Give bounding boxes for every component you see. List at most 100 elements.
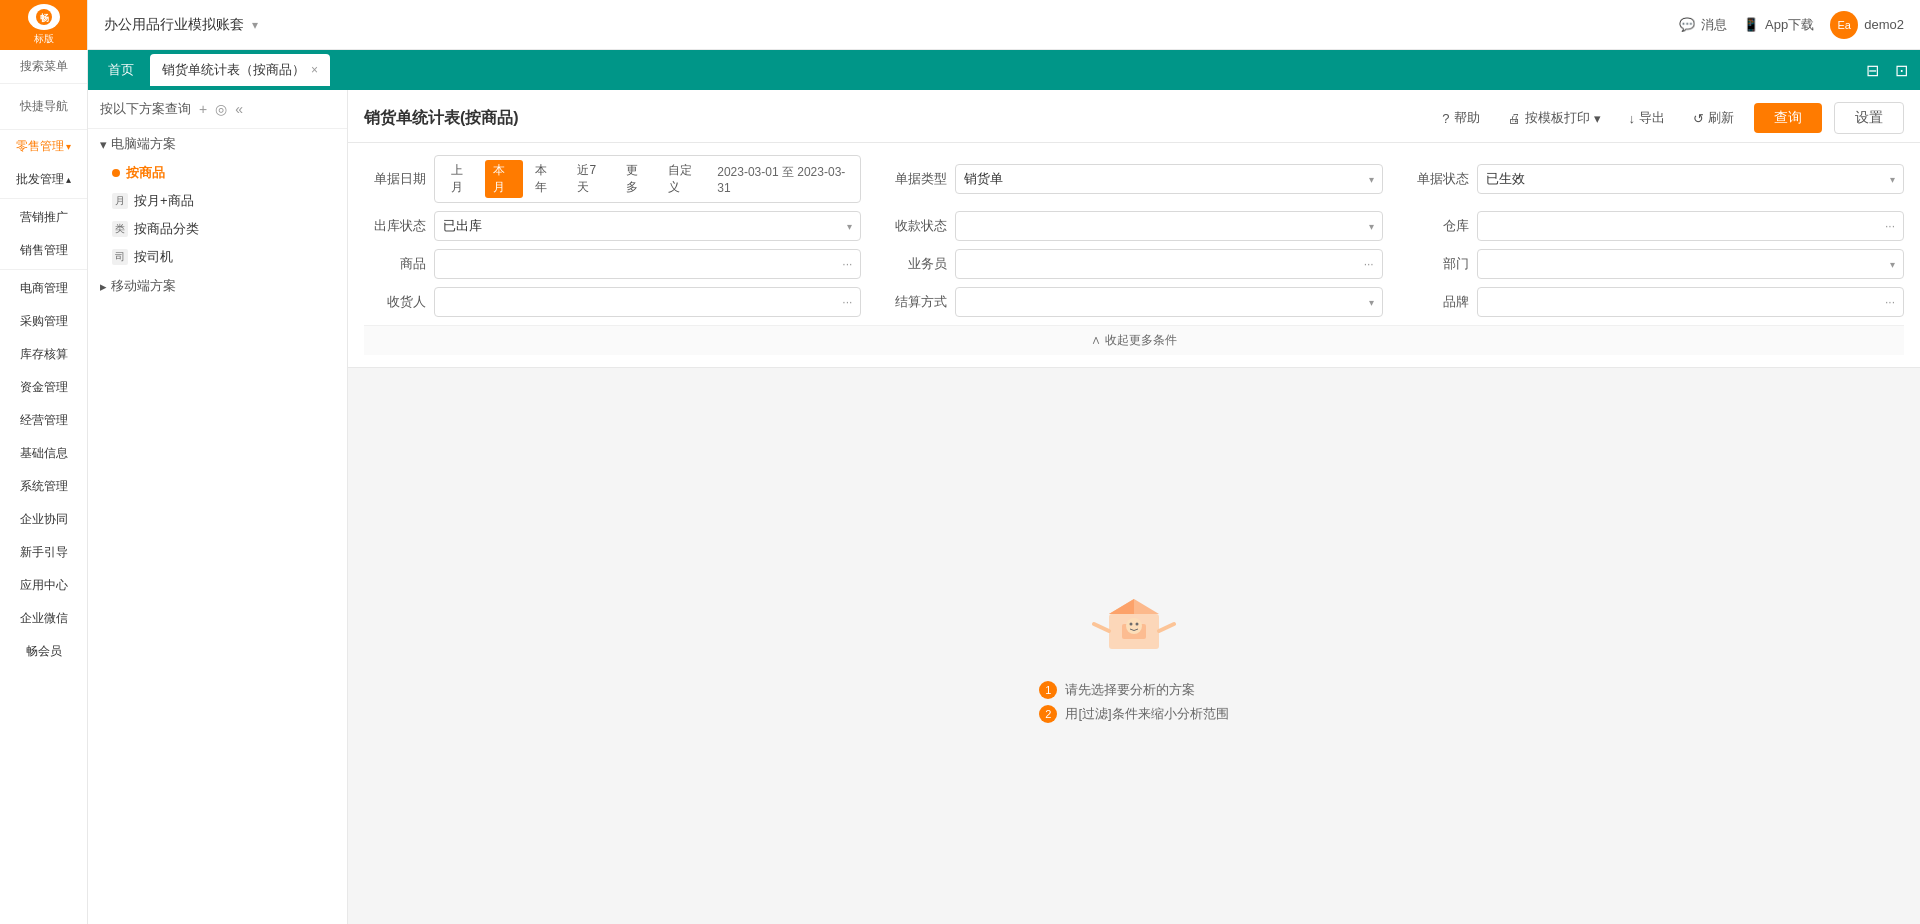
filter-doc-type-control[interactable]: 销货单 ▾	[955, 164, 1382, 194]
query-btn[interactable]: 查询	[1754, 103, 1822, 133]
filter-date-label: 单据日期	[364, 170, 434, 188]
mobile-scheme-section: ▸ 移动端方案	[88, 271, 347, 301]
filter-pay-status-control[interactable]: ▾	[955, 211, 1382, 241]
filter-receiver-control[interactable]: ···	[434, 287, 861, 317]
filter-goods-control[interactable]: ···	[434, 249, 861, 279]
department-dropdown-icon: ▾	[1890, 259, 1895, 270]
sidebar-item-basic-info[interactable]: 基础信息	[0, 437, 87, 470]
quick-nav-item[interactable]: 快捷导航	[0, 84, 87, 130]
date-btn-custom[interactable]: 自定义	[660, 160, 709, 198]
sidebar-item-purchase[interactable]: 采购管理	[0, 305, 87, 338]
tab-close-icon[interactable]: ×	[311, 63, 318, 77]
quick-nav-label[interactable]: 快捷导航	[0, 88, 87, 125]
sidebar-item-system[interactable]: 系统管理	[0, 470, 87, 503]
sidebar-item-member[interactable]: 畅会员	[0, 635, 87, 668]
tab-minimize-icon[interactable]: ⊟	[1862, 57, 1883, 84]
help-btn[interactable]: ? 帮助	[1434, 105, 1487, 131]
scheme-by-goods-category-label: 按商品分类	[134, 220, 199, 238]
svg-point-8	[1136, 623, 1139, 626]
collapse-filter-btn[interactable]: ∧ 收起更多条件	[364, 325, 1904, 355]
date-btn-this-month[interactable]: 本月	[485, 160, 523, 198]
filter-out-status-control[interactable]: 已出库 ▾	[434, 211, 861, 241]
scheme-by-goods[interactable]: 按商品	[88, 159, 347, 187]
filter-warehouse-control[interactable]: ···	[1477, 211, 1904, 241]
sidebar-item-sales[interactable]: 销售管理	[0, 234, 87, 267]
app-subtitle: 标版	[34, 32, 54, 46]
filter-doc-status: 单据状态 已生效 ▾	[1407, 164, 1904, 194]
scheme-category-icon: 类	[112, 221, 128, 237]
brand-more-icon: ···	[1885, 295, 1895, 309]
sidebar-item-enterprise[interactable]: 企业协同	[0, 503, 87, 536]
filter-doc-status-control[interactable]: 已生效 ▾	[1477, 164, 1904, 194]
message-btn[interactable]: 💬 消息	[1679, 16, 1727, 34]
active-tab-label: 销货单统计表（按商品）	[162, 61, 305, 79]
filter-department-control[interactable]: ▾	[1477, 249, 1904, 279]
filter-brand-control[interactable]: ···	[1477, 287, 1904, 317]
sidebar-item-sales-label: 销售管理	[20, 242, 68, 259]
app-logo: 畅 标版	[0, 0, 87, 50]
filter-warehouse: 仓库 ···	[1407, 211, 1904, 241]
collapse-up-icon: ∧	[1091, 333, 1101, 347]
salesman-more-icon: ···	[1364, 257, 1374, 271]
sidebar-item-operations[interactable]: 经营管理	[0, 404, 87, 437]
add-scheme-btn[interactable]: +	[199, 101, 207, 117]
filter-goods: 商品 ···	[364, 249, 861, 279]
edit-scheme-btn[interactable]: ◎	[215, 101, 227, 117]
tip-num-1: 1	[1039, 681, 1057, 699]
topbar-dropdown-icon[interactable]: ▾	[252, 18, 258, 32]
filter-salesman-control[interactable]: ···	[955, 249, 1382, 279]
sidebar-item-inventory[interactable]: 库存核算	[0, 338, 87, 371]
print-btn[interactable]: 🖨 按模板打印 ▾	[1500, 105, 1609, 131]
svg-point-6	[1126, 618, 1142, 634]
sidebar-item-retail[interactable]: 零售管理 ▾	[0, 130, 87, 163]
warehouse-more-icon: ···	[1885, 219, 1895, 233]
refresh-btn[interactable]: ↺ 刷新	[1685, 105, 1742, 131]
scheme-by-driver[interactable]: 司 按司机	[88, 243, 347, 271]
svg-point-7	[1130, 623, 1133, 626]
print-dropdown-icon: ▾	[1594, 111, 1601, 126]
sidebar-item-ecommerce[interactable]: 电商管理	[0, 272, 87, 305]
search-menu-item[interactable]: 搜索菜单	[0, 50, 87, 84]
active-tab[interactable]: 销货单统计表（按商品） ×	[150, 54, 330, 86]
svg-line-9	[1094, 624, 1109, 631]
filter-pay-status: 收款状态 ▾	[885, 211, 1382, 241]
date-btn-this-year[interactable]: 本年	[527, 160, 565, 198]
sidebar-item-basic-info-label: 基础信息	[20, 445, 68, 462]
main-panel: 销货单统计表(按商品) ? 帮助 🖨 按模板打印 ▾ ↓ 导出	[348, 90, 1920, 924]
date-btn-last-month[interactable]: 上月	[443, 160, 481, 198]
scheme-by-goods-category[interactable]: 类 按商品分类	[88, 215, 347, 243]
filter-date-control[interactable]: 上月 本月 本年 近7天 更多 自定义 2023-03-01 至 2023-03…	[434, 155, 861, 203]
export-label: 导出	[1639, 109, 1665, 127]
empty-tips: 1 请先选择要分析的方案 2 用[过滤]条件来缩小分析范围	[1039, 681, 1228, 723]
print-icon: 🖨	[1508, 111, 1521, 126]
user-profile-btn[interactable]: Ea demo2	[1830, 11, 1904, 39]
filter-payment-control[interactable]: ▾	[955, 287, 1382, 317]
mobile-scheme-header[interactable]: ▸ 移动端方案	[88, 271, 347, 301]
sidebar-item-wholesale[interactable]: 批发管理 ▴	[0, 163, 87, 196]
mobile-scheme-label: 移动端方案	[111, 277, 176, 295]
sidebar-item-marketing[interactable]: 营销推广	[0, 201, 87, 234]
filter-sidebar: 按以下方案查询 + ◎ « ▾ 电脑端方案 按商品 月 按月	[88, 90, 348, 924]
sidebar-item-finance[interactable]: 资金管理	[0, 371, 87, 404]
wholesale-expand-icon: ▴	[66, 174, 71, 185]
pc-scheme-header[interactable]: ▾ 电脑端方案	[88, 129, 347, 159]
app-download-btn[interactable]: 📱 App下载	[1743, 16, 1814, 34]
date-btn-7days[interactable]: 近7天	[569, 160, 613, 198]
tab-expand-icon[interactable]: ⊡	[1891, 57, 1912, 84]
pc-scheme-section: ▾ 电脑端方案 按商品 月 按月+商品 类 按商品分类	[88, 129, 347, 271]
date-filter-buttons: 上月 本月 本年 近7天 更多 自定义	[443, 160, 709, 198]
filter-area: 单据日期 上月 本月 本年 近7天 更多 自定义 2023-03-01 至 20…	[348, 143, 1920, 368]
sidebar-item-onboarding[interactable]: 新手引导	[0, 536, 87, 569]
export-icon: ↓	[1629, 111, 1636, 126]
scheme-by-month-goods[interactable]: 月 按月+商品	[88, 187, 347, 215]
filter-doc-type: 单据类型 销货单 ▾	[885, 164, 1382, 194]
home-tab[interactable]: 首页	[96, 54, 146, 86]
date-btn-more[interactable]: 更多	[618, 160, 656, 198]
setting-btn[interactable]: 设置	[1834, 102, 1904, 134]
sidebar-item-apps[interactable]: 应用中心	[0, 569, 87, 602]
scheme-by-driver-label: 按司机	[134, 248, 173, 266]
sidebar-item-finance-label: 资金管理	[20, 379, 68, 396]
sidebar-item-wechat[interactable]: 企业微信	[0, 602, 87, 635]
collapse-sidebar-btn[interactable]: «	[235, 101, 243, 117]
export-btn[interactable]: ↓ 导出	[1621, 105, 1674, 131]
